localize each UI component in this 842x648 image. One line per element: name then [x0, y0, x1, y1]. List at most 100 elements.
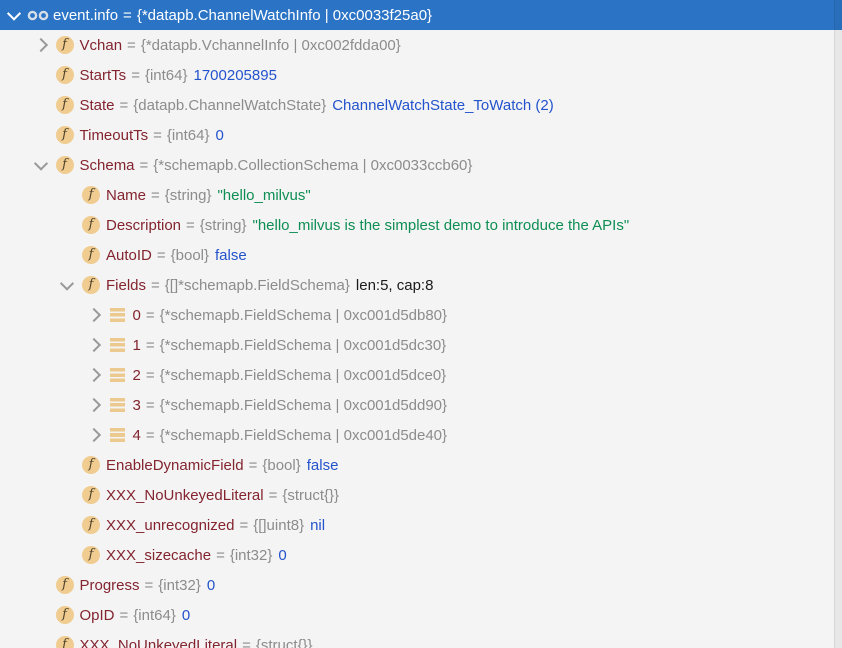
expand-chevron[interactable]: [82, 390, 106, 420]
chevron-spacer: [29, 90, 53, 120]
variable-row[interactable]: f XXX_NoUnkeyedLiteral = {struct{}}: [0, 480, 842, 510]
field-icon: f: [82, 486, 100, 504]
array-item-icon: [106, 330, 130, 360]
field-icon: f: [55, 96, 74, 114]
variable-name: 0: [132, 306, 141, 324]
variable-type: {*schemapb.FieldSchema | 0xc001d5de40}: [159, 426, 448, 444]
array-item-icon: [110, 428, 125, 442]
variable-row[interactable]: f Description = {string} "hello_milvus is th…: [0, 210, 842, 240]
chevron-right-icon: [33, 37, 48, 53]
variable-row[interactable]: f XXX_unrecognized = {[]uint8} nil: [0, 510, 842, 540]
variable-type: {int32}: [158, 576, 201, 594]
variable-name: OpID: [79, 606, 115, 624]
field-icon: f: [53, 600, 77, 630]
variable-text: StartTs = {int64} 1700205895: [77, 67, 277, 84]
variable-text: XXX_NoUnkeyedLiteral = {struct{}}: [103, 487, 339, 504]
variable-row[interactable]: event.info = {*datapb.ChannelWatchInfo | 0…: [0, 0, 842, 30]
variable-row[interactable]: f XXX_NoUnkeyedLiteral = {struct{}}: [0, 630, 842, 648]
variable-name: XXX_unrecognized: [106, 516, 235, 534]
variable-value: false: [215, 246, 247, 264]
variable-value: 1700205895: [193, 66, 277, 84]
variable-row[interactable]: f Name = {string} "hello_milvus": [0, 180, 842, 210]
array-item-icon: [106, 420, 130, 450]
variables-tree: event.info = {*datapb.ChannelWatchInfo | 0…: [0, 0, 842, 648]
collapse-chevron[interactable]: [2, 0, 26, 30]
variable-row[interactable]: f Progress = {int32} 0: [0, 570, 842, 600]
variable-row[interactable]: 1 = {*schemapb.FieldSchema | 0xc001d5dc30}: [0, 330, 842, 360]
variable-type: {string}: [199, 216, 247, 234]
variable-row[interactable]: 2 = {*schemapb.FieldSchema | 0xc001d5dce0}: [0, 360, 842, 390]
equals-sign: =: [123, 6, 132, 24]
variable-row[interactable]: f StartTs = {int64} 1700205895: [0, 60, 842, 90]
variable-row[interactable]: f EnableDynamicField = {bool} false: [0, 450, 842, 480]
variable-type: {bool}: [262, 456, 301, 474]
variable-type: {*schemapb.FieldSchema | 0xc001d5dce0}: [159, 366, 447, 384]
variable-name: 1: [132, 336, 141, 354]
expand-chevron[interactable]: [82, 300, 106, 330]
field-icon: f: [55, 36, 74, 54]
variable-row[interactable]: 0 = {*schemapb.FieldSchema | 0xc001d5db80}: [0, 300, 842, 330]
array-item-icon: [106, 300, 130, 330]
variable-type: {string}: [164, 186, 212, 204]
expand-chevron[interactable]: [82, 420, 106, 450]
expand-chevron[interactable]: [82, 330, 106, 360]
equals-sign: =: [153, 126, 162, 144]
watches-icon: [26, 0, 50, 30]
field-icon: f: [79, 270, 103, 300]
equals-sign: =: [242, 636, 251, 648]
chevron-spacer: [29, 120, 53, 150]
variable-value: 0: [215, 126, 224, 144]
array-item-icon: [110, 368, 125, 382]
equals-sign: =: [145, 306, 155, 324]
field-icon: f: [82, 246, 100, 264]
chevron-down-icon: [33, 156, 48, 171]
chevron-spacer: [29, 570, 53, 600]
variable-text: Progress = {int32} 0: [77, 577, 216, 594]
variable-row[interactable]: f XXX_sizecache = {int32} 0: [0, 540, 842, 570]
collapse-chevron[interactable]: [29, 150, 53, 180]
variable-row[interactable]: 4 = {*schemapb.FieldSchema | 0xc001d5de40}: [0, 420, 842, 450]
variable-row[interactable]: f OpID = {int64} 0: [0, 600, 842, 630]
variable-row[interactable]: f Fields = {[]*schemapb.FieldSchema} len:5, …: [0, 270, 842, 300]
chevron-down-icon: [6, 6, 22, 21]
field-icon: f: [53, 120, 77, 150]
variable-name: Progress: [79, 576, 140, 594]
variable-type: {*datapb.VchannelInfo | 0xc002fdda00}: [140, 36, 401, 54]
variable-row[interactable]: f TimeoutTs = {int64} 0: [0, 120, 842, 150]
variable-type: {[]*schemapb.FieldSchema}: [164, 276, 350, 294]
field-icon: f: [53, 60, 77, 90]
collapse-chevron[interactable]: [55, 270, 79, 300]
variable-text: State = {datapb.ChannelWatchState} ChannelW…: [77, 97, 554, 114]
chevron-spacer: [55, 540, 79, 570]
field-icon: f: [55, 576, 74, 594]
chevron-spacer: [29, 600, 53, 630]
variable-name: Fields: [106, 276, 147, 294]
field-icon: f: [55, 156, 74, 174]
array-item-icon: [110, 308, 125, 322]
expand-chevron[interactable]: [82, 360, 106, 390]
vertical-scrollbar[interactable]: [834, 0, 842, 648]
variable-row[interactable]: f State = {datapb.ChannelWatchState} Channel…: [0, 90, 842, 120]
field-icon: f: [55, 66, 74, 84]
field-icon: f: [55, 636, 74, 648]
expand-chevron[interactable]: [29, 30, 53, 60]
equals-sign: =: [127, 36, 136, 54]
chevron-right-icon: [86, 427, 101, 443]
variable-text: 4 = {*schemapb.FieldSchema | 0xc001d5de40}: [130, 427, 448, 444]
equals-sign: =: [119, 96, 129, 114]
variable-row[interactable]: f Vchan = {*datapb.VchannelInfo | 0xc002fdd…: [0, 30, 842, 60]
variable-row[interactable]: f AutoID = {bool} false: [0, 240, 842, 270]
variable-value: 0: [181, 606, 191, 624]
variable-value: false: [306, 456, 339, 474]
variable-type: {bool}: [170, 246, 210, 264]
chevron-right-icon: [86, 307, 101, 323]
equals-sign: =: [145, 366, 155, 384]
variable-type: {int32}: [229, 546, 273, 564]
equals-sign: =: [186, 216, 195, 234]
variable-type: {struct{}}: [255, 636, 313, 648]
variable-name: AutoID: [106, 246, 152, 264]
variable-text: 2 = {*schemapb.FieldSchema | 0xc001d5dce0}: [130, 367, 447, 384]
variable-name: Vchan: [79, 36, 123, 54]
variable-row[interactable]: f Schema = {*schemapb.CollectionSchema | 0x…: [0, 150, 842, 180]
variable-row[interactable]: 3 = {*schemapb.FieldSchema | 0xc001d5dd90}: [0, 390, 842, 420]
